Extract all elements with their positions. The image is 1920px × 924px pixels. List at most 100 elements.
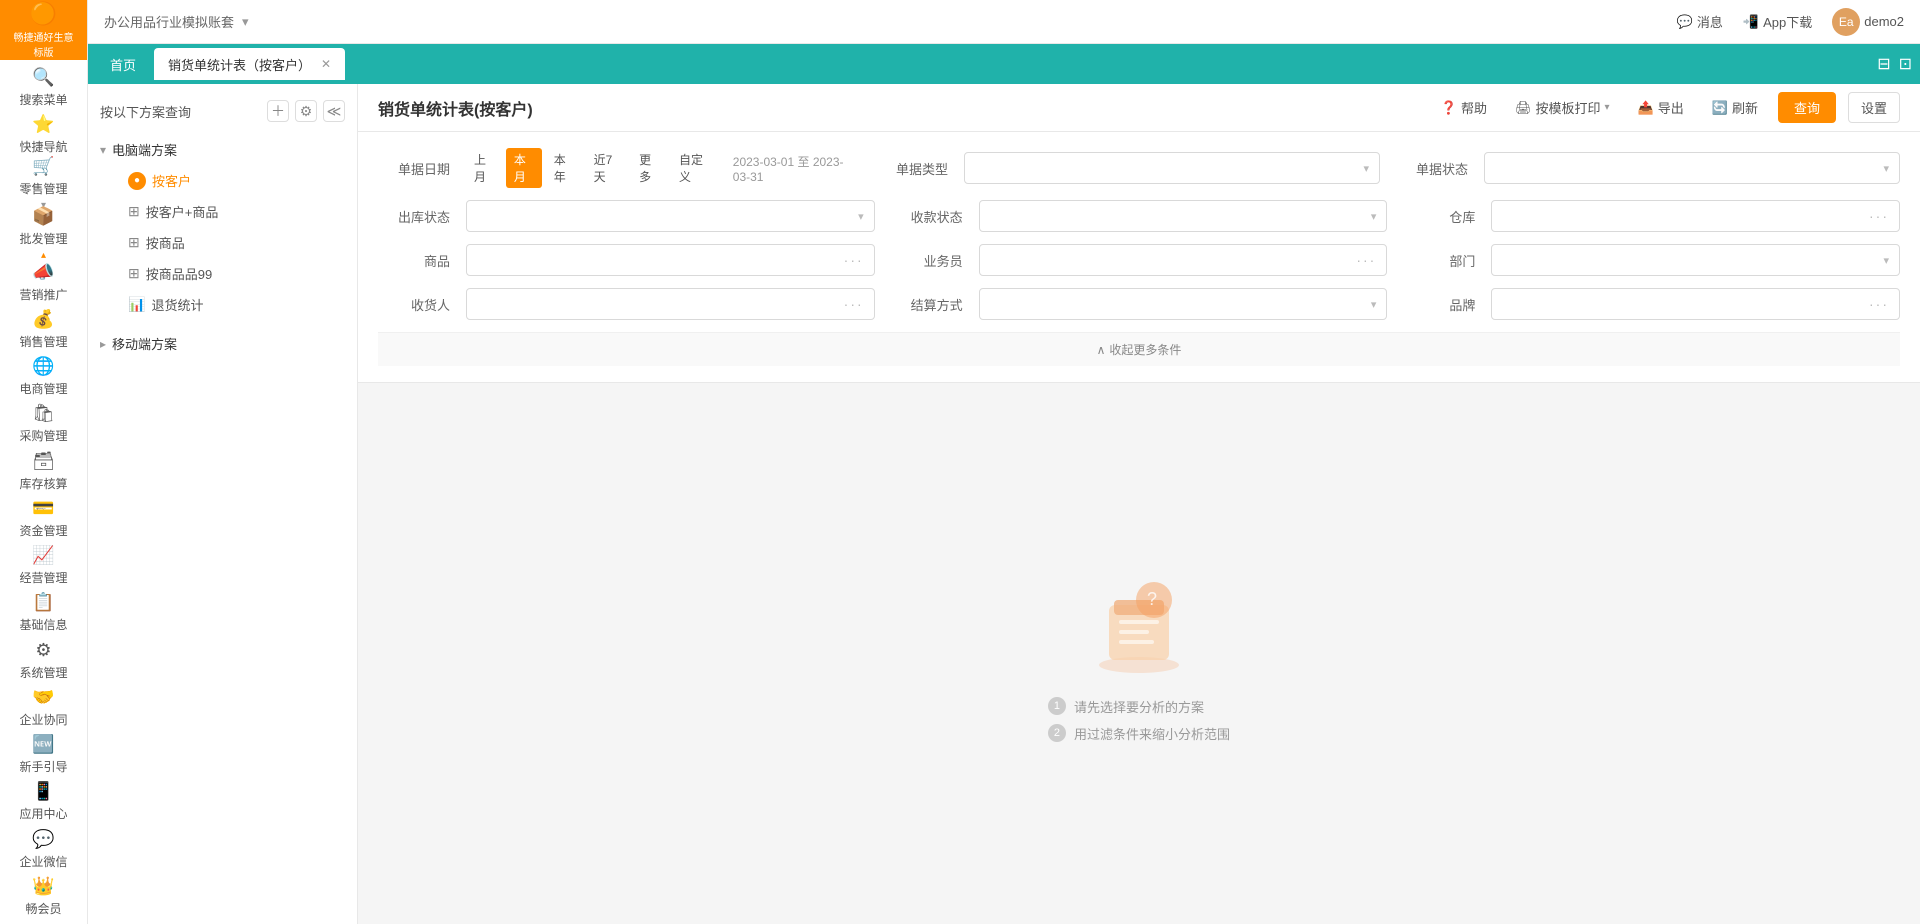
recipient-input[interactable]: ··· <box>466 288 875 320</box>
doc-type-label: 单据类型 <box>876 159 948 178</box>
app-logo[interactable]: 🟠 畅捷通好生意 标版 <box>0 0 88 60</box>
app-subtitle: 标版 <box>34 44 54 59</box>
tree-item-return-stats[interactable]: 📊 退货统计 <box>116 289 357 320</box>
collapse-bar[interactable]: ∧ 收起更多条件 <box>378 332 1900 366</box>
tree-parent-mobile[interactable]: ▸ 移动端方案 <box>88 328 357 359</box>
date-tab-more[interactable]: 更多 <box>631 148 667 188</box>
chevron-down-icon: ▾ <box>1883 254 1889 267</box>
sidebar-item-sales[interactable]: 💰 销售管理 <box>0 306 88 353</box>
sidebar-item-label: 搜索菜单 <box>19 91 67 108</box>
sidebar-item-inventory[interactable]: 🗃 库存核算 <box>0 448 88 495</box>
tab-sales-stats[interactable]: 销货单统计表（按客户） ✕ <box>154 48 345 80</box>
doc-status-select[interactable]: ▾ <box>1484 152 1900 184</box>
tab-home[interactable]: 首页 <box>96 48 150 80</box>
tree-item-customer[interactable]: ● 按客户 <box>116 165 357 196</box>
chart-icon: 📊 <box>128 296 145 313</box>
sidebar-item-collab[interactable]: 🤝 企业协同 <box>0 684 88 731</box>
receipt-status-label: 收款状态 <box>891 207 963 226</box>
brand-input[interactable]: ··· <box>1491 288 1900 320</box>
sidebar-item-ecom[interactable]: 🌐 电商管理 <box>0 353 88 400</box>
date-tab-7days[interactable]: 近7天 <box>586 148 627 188</box>
settings-btn[interactable]: 设置 <box>1848 92 1900 123</box>
chevron-down-icon: ▾ <box>1371 210 1377 223</box>
add-scheme-btn[interactable]: ＋ <box>267 100 289 122</box>
tree-item-goods[interactable]: ⊞ 按商品 <box>116 227 357 258</box>
appcenter-icon: 📱 <box>32 781 54 802</box>
staff-input[interactable]: ··· <box>979 244 1388 276</box>
sidebar-item-wechat[interactable]: 💬 企业微信 <box>0 826 88 873</box>
settings-scheme-btn[interactable]: ⚙ <box>295 100 317 122</box>
download-icon: 📲 <box>1743 14 1759 30</box>
right-panel: 销货单统计表(按客户) ❓ 帮助 🖨 按模板打印 ▾ 📤 导出 <box>358 84 1920 924</box>
tree-parent-desktop[interactable]: ▾ 电脑端方案 <box>88 134 357 165</box>
query-btn[interactable]: 查询 <box>1778 92 1836 123</box>
wholesale-icon: 📦 <box>32 206 54 227</box>
home-tab-label: 首页 <box>110 55 136 74</box>
tab-close-icon[interactable]: ✕ <box>321 57 331 71</box>
tree-item-goods99[interactable]: ⊞ 按商品品99 <box>116 258 357 289</box>
export-label: 导出 <box>1658 98 1684 117</box>
active-indicator: ● <box>128 172 146 190</box>
receipt-status-select[interactable]: ▾ <box>979 200 1388 232</box>
tree-collapse-icon: ▸ <box>100 337 106 351</box>
sidebar-item-retail[interactable]: 🛒 零售管理 ▾ <box>0 159 88 209</box>
sidebar-item-purchase[interactable]: 🛍 采购管理 <box>0 400 88 447</box>
page-titlebar: 销货单统计表(按客户) ❓ 帮助 🖨 按模板打印 ▾ 📤 导出 <box>358 84 1920 132</box>
app-download-btn[interactable]: 📲 App下载 <box>1743 12 1812 31</box>
member-icon: 👑 <box>32 876 54 897</box>
print-btn[interactable]: 🖨 按模板打印 ▾ <box>1507 94 1618 121</box>
logo-icon: 🟠 <box>30 1 57 27</box>
svg-text:?: ? <box>1147 589 1157 609</box>
user-avatar-area[interactable]: Ea demo2 <box>1832 8 1904 36</box>
operations-icon: 📈 <box>32 545 54 566</box>
collapse-up-icon: ∧ <box>1097 343 1106 357</box>
sidebar-item-operations[interactable]: 📈 经营管理 <box>0 542 88 589</box>
user-name: demo2 <box>1864 14 1904 29</box>
payment-select[interactable]: ▾ <box>979 288 1388 320</box>
dept-select[interactable]: ▾ <box>1491 244 1900 276</box>
sidebar-item-label: 新手引导 <box>19 758 67 775</box>
minimize-icon[interactable]: ⊟ <box>1877 54 1890 74</box>
sidebar-item-appcenter[interactable]: 📱 应用中心 <box>0 778 88 825</box>
sidebar-item-search[interactable]: 🔍 搜索菜单 <box>0 64 88 111</box>
dots-icon: ··· <box>1356 252 1376 268</box>
sidebar-item-system[interactable]: ⚙ 系统管理 <box>0 637 88 684</box>
message-btn[interactable]: 💬 消息 <box>1677 12 1723 31</box>
grid-icon: ⊞ <box>128 203 140 220</box>
goods-input[interactable]: ··· <box>466 244 875 276</box>
date-tab-lastmonth[interactable]: 上月 <box>466 148 502 188</box>
out-status-select[interactable]: ▾ <box>466 200 875 232</box>
tree-item-label: 退货统计 <box>151 295 203 314</box>
date-tab-custom[interactable]: 自定义 <box>671 148 717 188</box>
sidebar-item-shortcut[interactable]: ⭐ 快捷导航 <box>0 111 88 158</box>
collab-icon: 🤝 <box>32 687 54 708</box>
basic-icon: 📋 <box>32 592 54 613</box>
doc-type-select[interactable]: ▾ <box>964 152 1380 184</box>
warehouse-input[interactable]: ··· <box>1491 200 1900 232</box>
collapse-panel-btn[interactable]: ≪ <box>323 100 345 122</box>
filter-row-2: 出库状态 ▾ 收款状态 ▾ 仓库 ··· <box>378 200 1900 232</box>
dropdown-arrow[interactable]: ▾ <box>242 14 249 30</box>
date-tab-thismonth[interactable]: 本月 <box>506 148 542 188</box>
maximize-icon[interactable]: ⊡ <box>1899 54 1912 74</box>
empty-tip-2: 2 用过滤条件来缩小分析范围 <box>1048 724 1230 743</box>
sidebar-item-member[interactable]: 👑 畅会员 <box>0 873 88 920</box>
sidebar-item-label: 批发管理 <box>19 230 67 247</box>
sidebar-item-label: 零售管理 <box>19 180 67 197</box>
sidebar-item-marketing[interactable]: 📣 营销推广 <box>0 259 88 306</box>
date-tab-thisyear[interactable]: 本年 <box>546 148 582 188</box>
date-tabs: 上月 本月 本年 近7天 更多 自定义 <box>466 148 717 188</box>
refresh-btn[interactable]: 🔄 刷新 <box>1704 94 1766 121</box>
sidebar-item-basic[interactable]: 📋 基础信息 <box>0 589 88 636</box>
sidebar-item-finance[interactable]: 💳 资金管理 <box>0 495 88 542</box>
export-btn[interactable]: 📤 导出 <box>1630 94 1692 121</box>
doc-status-label: 单据状态 <box>1396 159 1468 178</box>
sidebar-item-newbie[interactable]: 🆕 新手引导 <box>0 731 88 778</box>
sidebar-item-wholesale[interactable]: 📦 批发管理 ▴ <box>0 209 88 259</box>
purchase-icon: 🛍 <box>32 403 55 424</box>
out-status-label: 出库状态 <box>378 207 450 226</box>
help-btn[interactable]: ❓ 帮助 <box>1433 94 1495 121</box>
tree-item-customer-goods[interactable]: ⊞ 按客户+商品 <box>116 196 357 227</box>
staff-label: 业务员 <box>891 251 963 270</box>
newbie-icon: 🆕 <box>32 734 54 755</box>
